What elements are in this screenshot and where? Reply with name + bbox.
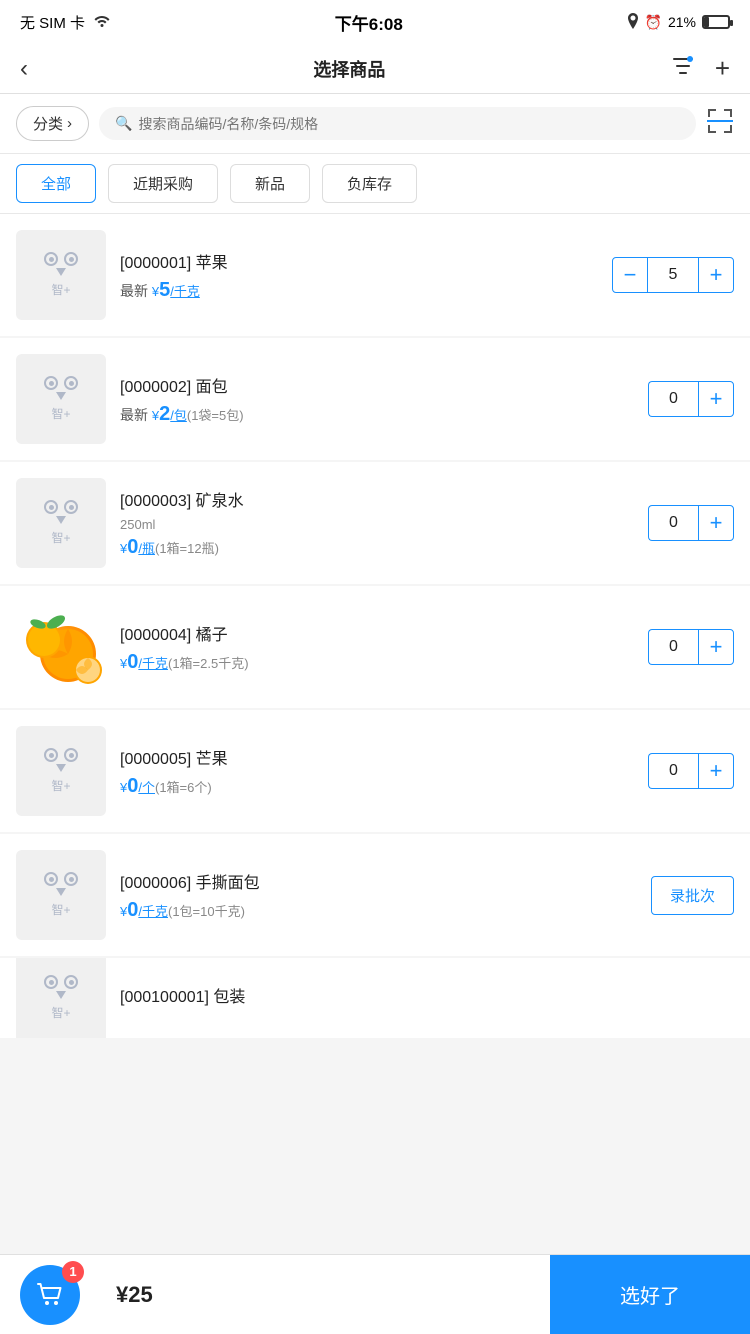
product-name-3: [0000003] 矿泉水	[120, 487, 634, 511]
qty-input-2[interactable]	[648, 381, 698, 417]
product-name-6: [0000006] 手撕面包	[120, 869, 637, 893]
product-price-4: ¥0/千克(1箱=2.5千克)	[120, 651, 634, 674]
product-info-6: [0000006] 手撕面包 ¥0/千克(1包=10千克)	[120, 869, 637, 922]
tab-recent[interactable]: 近期采购	[108, 164, 218, 203]
status-time: 下午6:08	[335, 10, 403, 35]
qty-minus-1[interactable]: −	[612, 257, 648, 293]
owl-logo: 智+	[44, 500, 78, 546]
tab-all[interactable]: 全部	[16, 164, 96, 203]
search-input[interactable]	[138, 116, 680, 132]
table-row: 智+ [000100001] 包装	[0, 958, 750, 1038]
product-thumbnail-1: 智+	[16, 230, 106, 320]
tab-negative[interactable]: 负库存	[322, 164, 417, 203]
qty-input-5[interactable]	[648, 753, 698, 789]
status-left: 无 SIM 卡	[20, 12, 111, 33]
product-price-6: ¥0/千克(1包=10千克)	[120, 899, 637, 922]
product-spec-3: 250ml	[120, 517, 634, 532]
owl-logo: 智+	[44, 252, 78, 298]
table-row: [0000004] 橘子 ¥0/千克(1箱=2.5千克) +	[0, 586, 750, 708]
bottom-bar: 1 ¥25 选好了	[0, 1254, 750, 1334]
qty-plus-4[interactable]: +	[698, 629, 734, 665]
scan-icon[interactable]	[706, 107, 734, 141]
tab-new[interactable]: 新品	[230, 164, 310, 203]
owl-logo: 智+	[44, 872, 78, 918]
qty-input-3[interactable]	[648, 505, 698, 541]
qty-control-2: +	[648, 381, 734, 417]
product-name-4: [0000004] 橘子	[120, 621, 634, 645]
product-thumbnail-6: 智+	[16, 850, 106, 940]
qty-control-1: − +	[612, 257, 734, 293]
search-box: 🔍	[99, 107, 696, 140]
page-title: 选择商品	[313, 56, 385, 82]
table-row: 智+ [0000003] 矿泉水 250ml ¥0/瓶(1箱=12瓶) +	[0, 462, 750, 584]
owl-logo: 智+	[44, 748, 78, 794]
cart-badge: 1	[62, 1261, 84, 1283]
qty-input-4[interactable]	[648, 629, 698, 665]
tabs-bar: 全部 近期采购 新品 负库存	[0, 154, 750, 214]
confirm-button[interactable]: 选好了	[550, 1255, 750, 1334]
product-thumbnail-7: 智+	[16, 958, 106, 1038]
category-label: 分类	[33, 113, 63, 134]
battery-percent: 21%	[668, 14, 696, 30]
search-icon: 🔍	[115, 115, 132, 132]
nav-bar: ‹ 选择商品 +	[0, 44, 750, 94]
filter-icon[interactable]	[671, 55, 695, 83]
product-price-1: 最新 ¥5/千克	[120, 279, 598, 302]
qty-control-3: +	[648, 505, 734, 541]
owl-logo: 智+	[44, 975, 78, 1021]
product-info-4: [0000004] 橘子 ¥0/千克(1箱=2.5千克)	[120, 621, 634, 674]
nav-actions: +	[671, 53, 730, 84]
product-list: 智+ [0000001] 苹果 最新 ¥5/千克 − + 智+	[0, 214, 750, 1038]
battery-icon	[702, 15, 730, 29]
qty-control-4: +	[648, 629, 734, 665]
cart-total: ¥25	[116, 1282, 153, 1308]
qty-plus-2[interactable]: +	[698, 381, 734, 417]
wifi-icon	[93, 13, 111, 31]
product-name-5: [0000005] 芒果	[120, 745, 634, 769]
product-thumbnail-2: 智+	[16, 354, 106, 444]
table-row: 智+ [0000006] 手撕面包 ¥0/千克(1包=10千克) 录批次	[0, 834, 750, 956]
qty-input-1[interactable]	[648, 257, 698, 293]
carrier-label: 无 SIM 卡	[20, 12, 85, 33]
back-button[interactable]: ‹	[20, 55, 28, 83]
cart-area: 1	[20, 1265, 80, 1325]
product-name-7: [000100001] 包装	[120, 983, 734, 1007]
product-name-2: [0000002] 面包	[120, 373, 634, 397]
location-icon	[627, 13, 639, 32]
product-info-3: [0000003] 矿泉水 250ml ¥0/瓶(1箱=12瓶)	[120, 487, 634, 559]
batch-button-6[interactable]: 录批次	[651, 876, 734, 915]
status-right: ⏰ 21%	[627, 13, 730, 32]
owl-logo: 智+	[44, 376, 78, 422]
qty-plus-3[interactable]: +	[698, 505, 734, 541]
product-price-5: ¥0/个(1箱=6个)	[120, 775, 634, 798]
product-thumbnail-3: 智+	[16, 478, 106, 568]
status-bar: 无 SIM 卡 下午6:08 ⏰ 21%	[0, 0, 750, 44]
product-thumbnail-5: 智+	[16, 726, 106, 816]
qty-plus-5[interactable]: +	[698, 753, 734, 789]
product-price-3: ¥0/瓶(1箱=12瓶)	[120, 536, 634, 559]
qty-control-5: +	[648, 753, 734, 789]
product-thumbnail-4	[16, 602, 106, 692]
alarm-icon: ⏰	[645, 14, 662, 31]
category-button[interactable]: 分类 ›	[16, 106, 89, 141]
table-row: 智+ [0000001] 苹果 最新 ¥5/千克 − +	[0, 214, 750, 336]
product-price-2: 最新 ¥2/包(1袋=5包)	[120, 403, 634, 426]
product-info-7: [000100001] 包装	[120, 983, 734, 1013]
qty-plus-1[interactable]: +	[698, 257, 734, 293]
table-row: 智+ [0000005] 芒果 ¥0/个(1箱=6个) +	[0, 710, 750, 832]
product-info-1: [0000001] 苹果 最新 ¥5/千克	[120, 249, 598, 302]
category-arrow: ›	[67, 115, 72, 132]
add-icon[interactable]: +	[715, 53, 730, 84]
product-info-5: [0000005] 芒果 ¥0/个(1箱=6个)	[120, 745, 634, 798]
product-name-1: [0000001] 苹果	[120, 249, 598, 273]
filter-bar: 分类 › 🔍	[0, 94, 750, 154]
table-row: 智+ [0000002] 面包 最新 ¥2/包(1袋=5包) +	[0, 338, 750, 460]
product-info-2: [0000002] 面包 最新 ¥2/包(1袋=5包)	[120, 373, 634, 426]
